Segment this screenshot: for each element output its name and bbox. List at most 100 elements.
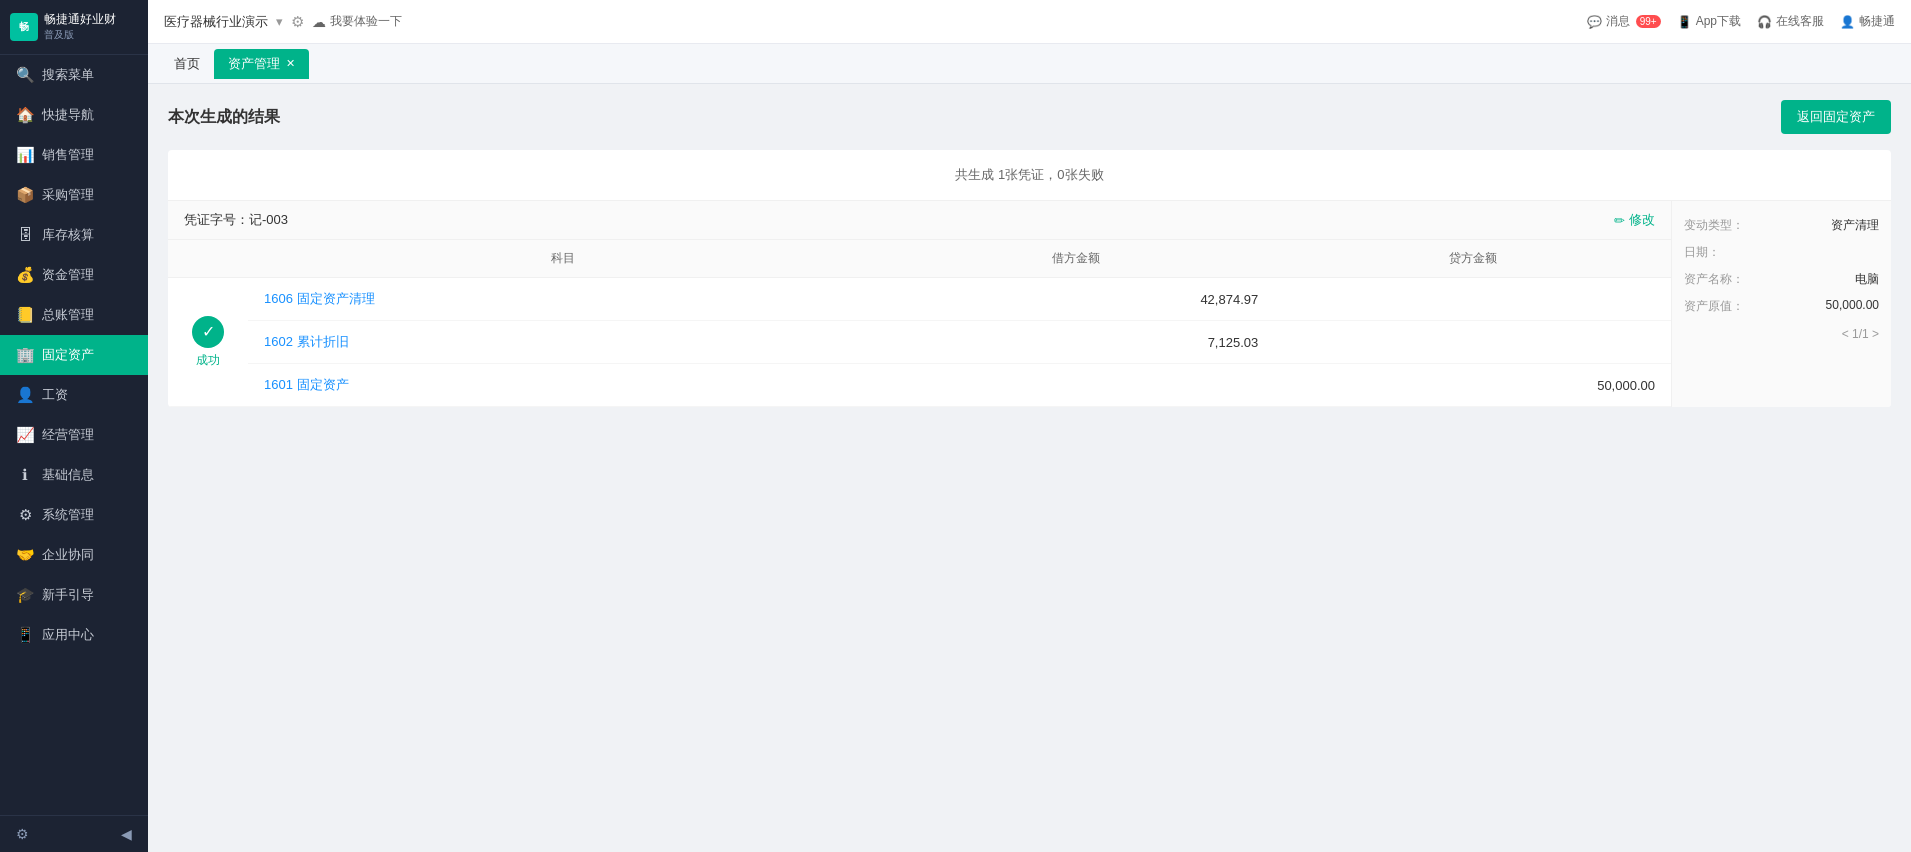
edit-button[interactable]: ✏ 修改 [1614,211,1655,229]
operations-icon: 📈 [16,426,34,444]
table-row: 1602 累计折旧7,125.03 [168,321,1671,364]
date-row: 日期： [1684,244,1879,261]
service-label: 在线客服 [1776,13,1824,30]
app-download-btn[interactable]: 📱 App下载 [1677,13,1741,30]
sidebar-item-purchase[interactable]: 📦 采购管理 [0,175,148,215]
experience-label: 我要体验一下 [330,13,402,30]
user-btn[interactable]: 👤 畅捷通 [1840,13,1895,30]
pagination[interactable]: < 1/1 > [1684,327,1879,341]
result-panel: 共生成 1张凭证，0张失败 凭证字号：记-003 ✏ 修改 [168,150,1891,407]
ledger-label: 总账管理 [42,306,94,324]
page-title: 本次生成的结果 [168,107,280,128]
success-label: 成功 [184,352,232,369]
online-service-btn[interactable]: 🎧 在线客服 [1757,13,1824,30]
sidebar-item-guide[interactable]: 🎓 新手引导 [0,575,148,615]
asset-value-row: 资产原值： 50,000.00 [1684,298,1879,315]
quick-nav-icon: 🏠 [16,106,34,124]
sidebar-item-quick-nav[interactable]: 🏠 快捷导航 [0,95,148,135]
header-icons: 💬 消息 99+ 📱 App下载 🎧 在线客服 👤 畅捷通 [1587,13,1895,30]
tab-close-icon[interactable]: ✕ [286,57,295,70]
settings-header-icon[interactable]: ⚙ [291,13,304,31]
inventory-label: 库存核算 [42,226,94,244]
payroll-label: 工资 [42,386,68,404]
dropdown-icon[interactable]: ▾ [276,14,283,29]
col-credit: 贷方金额 [1274,240,1671,278]
change-type-row: 变动类型： 资产清理 [1684,217,1879,234]
col-status [168,240,248,278]
search-icon: 🔍 [16,66,34,84]
basic-info-icon: ℹ [16,466,34,484]
settings-icon[interactable]: ⚙ [16,826,29,842]
app-download-label: App下载 [1696,13,1741,30]
search-label: 搜索菜单 [42,66,94,84]
sidebar-item-fixed-assets[interactable]: 🏢 固定资产 [0,335,148,375]
voucher-number: 凭证字号：记-003 [184,211,288,229]
sidebar-bottom: ⚙ ◀ [0,815,148,852]
message-btn[interactable]: 💬 消息 99+ [1587,13,1661,30]
basic-info-label: 基础信息 [42,466,94,484]
top-header: 医疗器械行业演示 ▾ ⚙ ☁ 我要体验一下 💬 消息 99+ 📱 App下载 🎧… [148,0,1911,44]
page-header: 本次生成的结果 返回固定资产 [168,100,1891,134]
experience-btn[interactable]: ☁ 我要体验一下 [312,13,402,30]
asset-name-row: 资产名称： 电脑 [1684,271,1879,288]
header-left: 医疗器械行业演示 ▾ ⚙ ☁ 我要体验一下 [164,13,402,31]
main-area: 医疗器械行业演示 ▾ ⚙ ☁ 我要体验一下 💬 消息 99+ 📱 App下载 🎧… [148,0,1911,852]
debit-cell: 7,125.03 [877,321,1274,364]
asset-value-label: 资产原值： [1684,298,1744,315]
guide-label: 新手引导 [42,586,94,604]
asset-value-value: 50,000.00 [1826,298,1879,315]
finance-icon: 💰 [16,266,34,284]
asset-name-value: 电脑 [1855,271,1879,288]
sidebar-item-sales[interactable]: 📊 销售管理 [0,135,148,175]
sidebar-item-finance[interactable]: 💰 资金管理 [0,255,148,295]
user-label: 畅捷通 [1859,13,1895,30]
sidebar: 畅 畅捷通好业财 普及版 🔍 搜索菜单 🏠 快捷导航 📊 销售管理 📦 采购管理… [0,0,148,852]
subject-cell: 1606 固定资产清理 [248,278,877,321]
user-icon: 👤 [1840,15,1855,29]
table-row: 1601 固定资产 50,000.00 [168,364,1671,407]
success-icon: ✓ [192,316,224,348]
sidebar-item-enterprise[interactable]: 🤝 企业协同 [0,535,148,575]
sidebar-item-operations[interactable]: 📈 经营管理 [0,415,148,455]
sidebar-item-payroll[interactable]: 👤 工资 [0,375,148,415]
quick-nav-label: 快捷导航 [42,106,94,124]
sidebar-item-system[interactable]: ⚙ 系统管理 [0,495,148,535]
change-type-label: 变动类型： [1684,217,1744,234]
sidebar-item-apps[interactable]: 📱 应用中心 [0,615,148,655]
subject-cell: 1602 累计折旧 [248,321,877,364]
collapse-icon[interactable]: ◀ [121,826,132,842]
sidebar-item-basic-info[interactable]: ℹ 基础信息 [0,455,148,495]
voucher-header: 凭证字号：记-003 ✏ 修改 [168,201,1671,240]
guide-icon: 🎓 [16,586,34,604]
sidebar-item-ledger[interactable]: 📒 总账管理 [0,295,148,335]
logo-name: 畅捷通好业财 [44,12,116,28]
sidebar-item-inventory[interactable]: 🗄 库存核算 [0,215,148,255]
col-debit: 借方金额 [877,240,1274,278]
app-logo: 畅 畅捷通好业财 普及版 [0,0,148,55]
sidebar-item-search[interactable]: 🔍 搜索菜单 [0,55,148,95]
finance-label: 资金管理 [42,266,94,284]
tab-asset-label: 资产管理 [228,55,280,73]
logo-icon: 畅 [10,13,38,41]
content-area: 本次生成的结果 返回固定资产 共生成 1张凭证，0张失败 凭证字号：记-003 … [148,84,1911,852]
payroll-icon: 👤 [16,386,34,404]
voucher-table: 科目 借方金额 贷方金额 ✓ 成功 1606 固定资产清理42,874.9716… [168,240,1671,407]
system-icon: ⚙ [16,506,34,524]
tab-asset-management[interactable]: 资产管理 ✕ [214,49,309,79]
subject-cell: 1601 固定资产 [248,364,877,407]
fixed-assets-label: 固定资产 [42,346,94,364]
voucher-section: 凭证字号：记-003 ✏ 修改 科目 借方金额 贷方金额 [168,201,1891,407]
tab-home-label: 首页 [174,55,200,73]
sales-label: 销售管理 [42,146,94,164]
inventory-icon: 🗄 [16,226,34,243]
cloud-icon: ☁ [312,14,326,30]
asset-name-label: 资产名称： [1684,271,1744,288]
tab-home[interactable]: 首页 [160,49,214,79]
return-fixed-assets-button[interactable]: 返回固定资产 [1781,100,1891,134]
credit-cell [1274,321,1671,364]
ledger-icon: 📒 [16,306,34,324]
message-label: 消息 [1606,13,1630,30]
credit-cell: 50,000.00 [1274,364,1671,407]
message-badge: 99+ [1636,15,1661,28]
operations-label: 经营管理 [42,426,94,444]
